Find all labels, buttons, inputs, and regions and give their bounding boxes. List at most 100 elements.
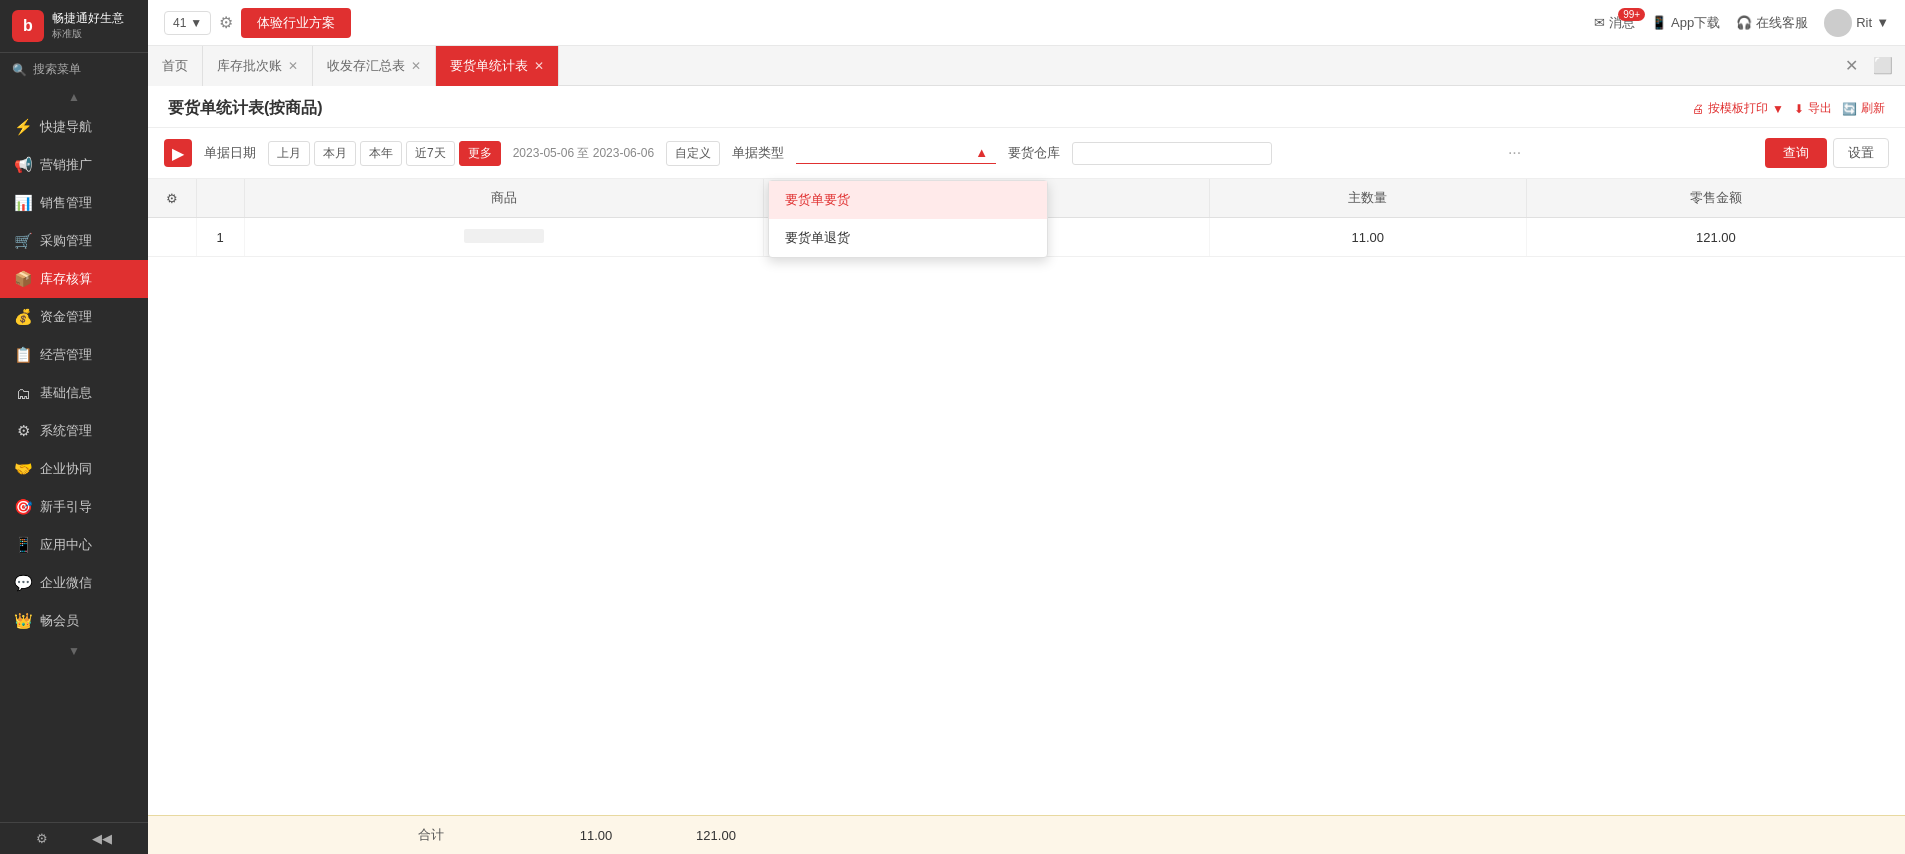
print-icon: 🖨 [1692, 102, 1704, 116]
sidebar-item-label: 资金管理 [40, 308, 92, 326]
user-menu[interactable]: Rit ▼ [1824, 9, 1889, 37]
type-dropdown: 要货单要货 要货单退货 [768, 180, 1048, 258]
date-btn-7days[interactable]: 近7天 [406, 141, 455, 166]
sidebar-item-label: 系统管理 [40, 422, 92, 440]
page-header: 要货单统计表(按商品) 🖨 按模板打印 ▼ ⬇ 导出 🔄 刷新 [148, 86, 1905, 128]
date-custom-btn[interactable]: 自定义 [666, 141, 720, 166]
warehouse-select-box[interactable] [1072, 142, 1272, 165]
company-value: 41 [173, 16, 186, 30]
avatar [1824, 9, 1852, 37]
th-product: 商品 [244, 179, 764, 218]
sidebar-item-app-center[interactable]: 📱 应用中心 [0, 526, 148, 564]
export-btn[interactable]: ⬇ 导出 [1794, 100, 1832, 117]
sidebar-item-purchase[interactable]: 🛒 采购管理 [0, 222, 148, 260]
app-center-icon: 📱 [14, 536, 32, 554]
footer-quantity: 11.00 [536, 828, 656, 843]
warehouse-value [1081, 146, 1168, 161]
dropdown-item-requisition-return[interactable]: 要货单退货 [769, 219, 1047, 257]
sidebar-item-guide[interactable]: 🎯 新手引导 [0, 488, 148, 526]
refresh-btn[interactable]: 🔄 刷新 [1842, 100, 1885, 117]
date-btn-last-month[interactable]: 上月 [268, 141, 310, 166]
type-chevron-up-icon: ▲ [975, 145, 988, 160]
product-placeholder [464, 229, 544, 243]
cell-quantity: 11.00 [1209, 218, 1526, 257]
date-btn-this-year[interactable]: 本年 [360, 141, 402, 166]
settings-btn[interactable]: ⚙ [36, 831, 48, 846]
sidebar-item-member[interactable]: 👑 畅会员 [0, 602, 148, 640]
topbar: 41 ▼ ⚙ 体验行业方案 ✉ 消息 99+ 📱 App下载 🎧 在线客服 R [148, 0, 1905, 46]
date-btn-this-month[interactable]: 本月 [314, 141, 356, 166]
collapse-btn[interactable]: ◀◀ [92, 831, 112, 846]
sidebar-bottom: ⚙ ◀◀ [0, 822, 148, 854]
filter-expand-btn[interactable]: ▶ [164, 139, 192, 167]
sidebar-scroll-down[interactable]: ▼ [0, 640, 148, 662]
type-select-box[interactable]: ▲ [796, 142, 996, 164]
filter-more-btn[interactable]: ··· [1508, 144, 1521, 162]
collapse-icon: ◀◀ [92, 831, 112, 846]
trial-btn[interactable]: 体验行业方案 [241, 8, 351, 38]
tab-home[interactable]: 首页 [148, 46, 203, 86]
table-footer: 合计 11.00 121.00 [148, 815, 1905, 854]
tabs-restore-btn[interactable]: ⬜ [1869, 52, 1897, 80]
sidebar-item-finance[interactable]: 💰 资金管理 [0, 298, 148, 336]
print-btn[interactable]: 🖨 按模板打印 ▼ [1692, 100, 1784, 117]
sidebar-item-enterprise[interactable]: 🤝 企业协同 [0, 450, 148, 488]
messages-btn[interactable]: ✉ 消息 99+ [1594, 14, 1635, 32]
sidebar-scroll-up[interactable]: ▲ [0, 86, 148, 108]
table-container: ⚙ 商品 主计量单位 主数量 零售金额 1 [148, 179, 1905, 815]
tab-close-icon[interactable]: ✕ [288, 59, 298, 73]
query-btn[interactable]: 查询 [1765, 138, 1827, 168]
settings-icon: ⚙ [36, 831, 48, 846]
tab-close-icon[interactable]: ✕ [411, 59, 421, 73]
sidebar-item-quick-nav[interactable]: ⚡ 快捷导航 [0, 108, 148, 146]
enterprise-icon: 🤝 [14, 460, 32, 478]
th-settings[interactable]: ⚙ [148, 179, 196, 218]
th-quantity: 主数量 [1209, 179, 1526, 218]
app-sub: 标准版 [52, 27, 124, 41]
guide-icon: 🎯 [14, 498, 32, 516]
sidebar-item-basic[interactable]: 🗂 基础信息 [0, 374, 148, 412]
sidebar-item-label: 采购管理 [40, 232, 92, 250]
system-icon: ⚙ [14, 422, 32, 440]
messages-badge: 99+ [1618, 8, 1645, 21]
type-select-value [804, 145, 891, 160]
topbar-gear-icon[interactable]: ⚙ [219, 13, 233, 32]
sidebar-item-label: 企业微信 [40, 574, 92, 592]
sidebar-item-marketing[interactable]: 📢 营销推广 [0, 146, 148, 184]
tab-close-icon[interactable]: ✕ [534, 59, 544, 73]
app-name: 畅捷通好生意 [52, 11, 124, 27]
sidebar-item-label: 企业协同 [40, 460, 92, 478]
sidebar-item-sales[interactable]: 📊 销售管理 [0, 184, 148, 222]
marketing-icon: 📢 [14, 156, 32, 174]
date-btn-more[interactable]: 更多 [459, 141, 501, 166]
sidebar-item-inventory[interactable]: 📦 库存核算 [0, 260, 148, 298]
sidebar-item-label: 快捷导航 [40, 118, 92, 136]
tab-inventory-batch[interactable]: 库存批次账 ✕ [203, 46, 313, 86]
sidebar-item-label: 经营管理 [40, 346, 92, 364]
tabs-close-btn[interactable]: ✕ [1837, 52, 1865, 80]
sidebar-item-label: 新手引导 [40, 498, 92, 516]
sidebar-item-wechat[interactable]: 💬 企业微信 [0, 564, 148, 602]
print-chevron-icon: ▼ [1772, 102, 1784, 116]
tab-requisition-stat[interactable]: 要货单统计表 ✕ [436, 46, 559, 86]
basic-icon: 🗂 [14, 385, 32, 402]
online-service-label: 在线客服 [1756, 14, 1808, 32]
filter-right-actions: 查询 设置 [1757, 138, 1889, 168]
tab-receivable-summary[interactable]: 收发存汇总表 ✕ [313, 46, 436, 86]
app-download-label: App下载 [1671, 14, 1720, 32]
tab-label: 收发存汇总表 [327, 57, 405, 75]
app-logo: b 畅捷通好生意 标准版 [0, 0, 148, 53]
sidebar-item-operations[interactable]: 📋 经营管理 [0, 336, 148, 374]
online-service-btn[interactable]: 🎧 在线客服 [1736, 14, 1808, 32]
selector-chevron-icon: ▼ [190, 16, 202, 30]
page-content: 要货单统计表(按商品) 🖨 按模板打印 ▼ ⬇ 导出 🔄 刷新 ▶ [148, 86, 1905, 854]
dropdown-item-requisition-order[interactable]: 要货单要货 [769, 181, 1047, 219]
app-download-btn[interactable]: 📱 App下载 [1651, 14, 1720, 32]
sidebar-item-system[interactable]: ⚙ 系统管理 [0, 412, 148, 450]
sidebar-item-label: 营销推广 [40, 156, 92, 174]
company-selector[interactable]: 41 ▼ [164, 11, 211, 35]
date-range-display: 2023-05-06 至 2023-06-06 [513, 145, 654, 162]
search-menu[interactable]: 🔍 搜索菜单 [0, 53, 148, 86]
print-label: 按模板打印 [1708, 100, 1768, 117]
set-btn[interactable]: 设置 [1833, 138, 1889, 168]
